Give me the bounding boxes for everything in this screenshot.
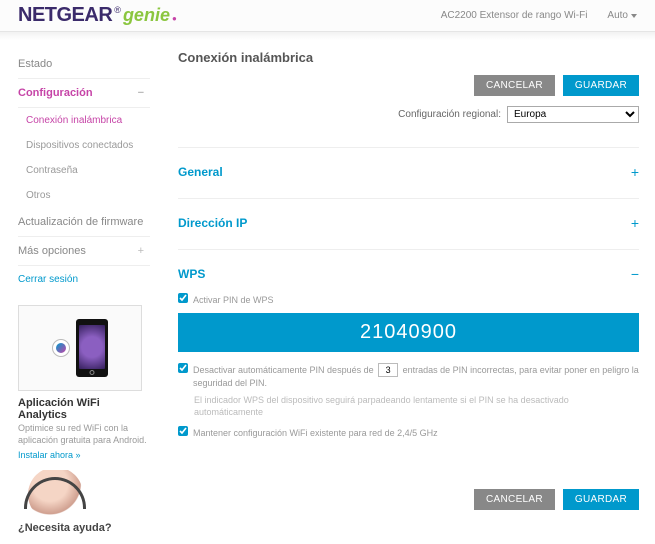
section-general-header[interactable]: General + [178, 164, 639, 180]
plus-icon: + [138, 245, 144, 257]
logo: NETGEAR ® genie ● [18, 4, 177, 27]
brand-netgear: NETGEAR [18, 4, 112, 27]
save-button-bottom[interactable]: GUARDAR [563, 489, 639, 510]
sidebar: Estado Configuración − Conexión inalámbr… [0, 40, 150, 544]
region-row: Configuración regional: Europa [178, 106, 639, 123]
header-shadow [0, 32, 655, 40]
wps-enable-pin-label: Activar PIN de WPS [193, 294, 274, 307]
nav-config[interactable]: Configuración − [18, 79, 150, 108]
promo-install-link[interactable]: Instalar ahora » [18, 450, 150, 460]
support-image [18, 470, 150, 518]
promo-app-title: Aplicación WiFi Analytics [18, 391, 150, 423]
region-select[interactable]: Europa [507, 106, 639, 123]
wps-keep-config-label: Mantener configuración WiFi existente pa… [193, 427, 438, 440]
wps-pin-display: 21040900 [178, 313, 639, 352]
top-button-row: CANCELAR GUARDAR [178, 75, 639, 96]
nav-devices[interactable]: Dispositivos conectados [18, 133, 150, 158]
wps-enable-pin-checkbox[interactable] [178, 293, 188, 303]
phone-icon [76, 319, 108, 377]
product-name: AC2200 Extensor de rango Wi-Fi [441, 10, 588, 21]
plus-icon: + [631, 215, 639, 231]
wps-attempts-input[interactable] [378, 363, 398, 377]
section-wps-header[interactable]: WPS − [178, 266, 639, 282]
nav-password[interactable]: Contraseña [18, 158, 150, 183]
wps-note: El indicador WPS del dispositivo seguirá… [194, 395, 639, 418]
page-title: Conexión inalámbrica [178, 50, 639, 65]
wps-auto-disable-checkbox[interactable] [178, 363, 188, 373]
support-title: ¿Necesita ayuda? [18, 518, 150, 534]
main-content: Conexión inalámbrica CANCELAR GUARDAR Co… [150, 40, 655, 544]
promo-app [18, 305, 142, 391]
nav-wireless[interactable]: Conexión inalámbrica [18, 108, 150, 133]
netgear-badge-icon [52, 339, 70, 357]
section-general: General + [178, 147, 639, 198]
cancel-button-top[interactable]: CANCELAR [474, 75, 555, 96]
bottom-button-row: CANCELAR GUARDAR [178, 489, 639, 510]
plus-icon: + [631, 164, 639, 180]
header: NETGEAR ® genie ● AC2200 Extensor de ran… [0, 0, 655, 32]
genie-dot-icon: ● [172, 14, 177, 23]
nav-others[interactable]: Otros [18, 183, 150, 208]
minus-icon: − [138, 87, 144, 99]
nav-firmware[interactable]: Actualización de firmware [18, 208, 150, 237]
region-label: Configuración regional: [398, 109, 501, 120]
nav-status[interactable]: Estado [18, 50, 150, 79]
reg-mark: ® [114, 5, 121, 15]
section-ip: Dirección IP + [178, 198, 639, 249]
nav-more[interactable]: Más opciones + [18, 237, 150, 266]
promo-app-desc: Optimice su red WiFi con la aplicación g… [18, 423, 150, 450]
promo-image [19, 306, 141, 390]
save-button-top[interactable]: GUARDAR [563, 75, 639, 96]
section-wps: WPS − Activar PIN de WPS 21040900 Desact… [178, 249, 639, 463]
cancel-button-bottom[interactable]: CANCELAR [474, 489, 555, 510]
chevron-down-icon [631, 14, 637, 18]
wps-keep-config-checkbox[interactable] [178, 426, 188, 436]
language-selector[interactable]: Auto [607, 10, 637, 21]
minus-icon: − [631, 266, 639, 282]
brand-genie: genie [123, 5, 170, 26]
logout-link[interactable]: Cerrar sesión [18, 266, 150, 293]
section-ip-header[interactable]: Dirección IP + [178, 215, 639, 231]
